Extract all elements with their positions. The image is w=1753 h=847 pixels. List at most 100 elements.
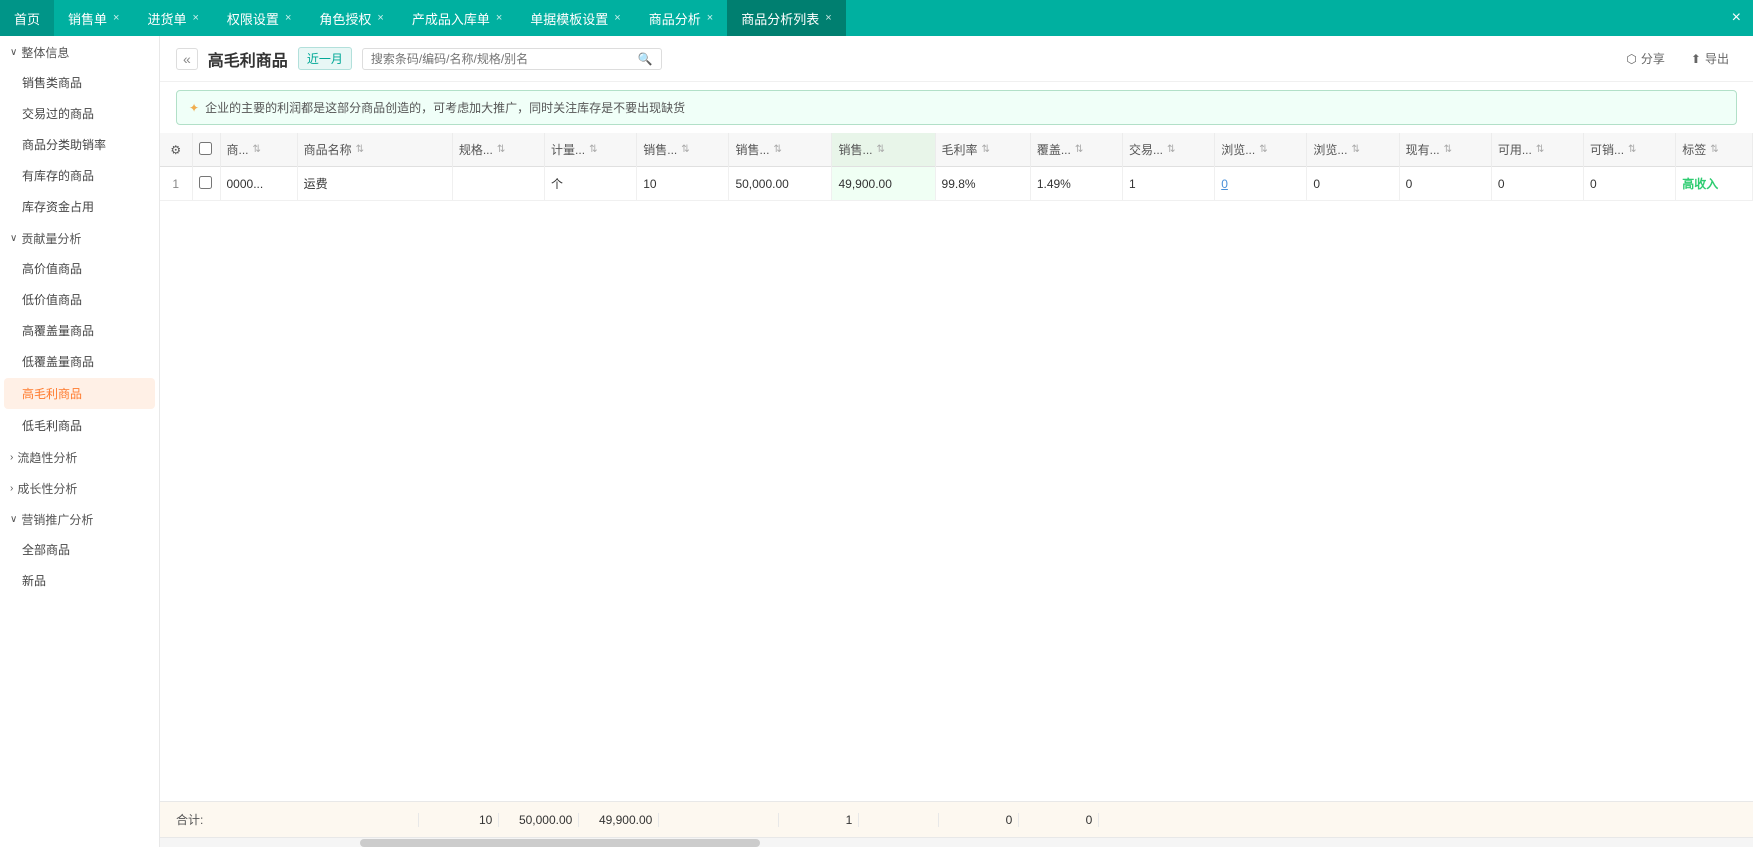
sidebar-item-low-value[interactable]: 低价值商品	[0, 284, 159, 315]
sidebar-collapse-button[interactable]: «	[176, 48, 198, 70]
sidebar-group-growth[interactable]: › 成长性分析	[0, 472, 159, 503]
footer-sales-cost: 49,900.00	[579, 813, 659, 827]
sidebar-item-low-coverage[interactable]: 低覆盖量商品	[0, 346, 159, 377]
col-code[interactable]: 商... ⇅	[220, 133, 297, 167]
sidebar-group-overview[interactable]: ∨ 整体信息	[0, 36, 159, 67]
cell-sales-cost: 49,900.00	[832, 167, 935, 201]
col-sales-qty[interactable]: 销售... ⇅	[637, 133, 729, 167]
content-area: « 高毛利商品 近一月 🔍 ⬡ 分享 ⬆ 导出 ✦ 企业的主要的利润都是这部分商…	[160, 36, 1753, 847]
sidebar-item-all-goods[interactable]: 全部商品	[0, 534, 159, 565]
sidebar-item-category-rate[interactable]: 商品分类助销率	[0, 129, 159, 160]
select-all-checkbox[interactable]	[199, 142, 212, 155]
col-checkbox[interactable]	[192, 133, 220, 167]
sidebar-item-low-margin[interactable]: 低毛利商品	[0, 410, 159, 441]
col-current[interactable]: 现有... ⇅	[1399, 133, 1491, 167]
search-box[interactable]: 🔍	[362, 48, 662, 70]
sort-icon-available[interactable]: ⇅	[1536, 144, 1544, 155]
sort-icon-cost[interactable]: ⇅	[877, 144, 885, 155]
sidebar-group-contribution[interactable]: ∨ 贡献量分析	[0, 222, 159, 253]
sort-icon-unit[interactable]: ⇅	[589, 144, 597, 155]
sidebar-item-sales-goods[interactable]: 销售类商品	[0, 67, 159, 98]
sidebar-item-stocked-goods[interactable]: 有库存的商品	[0, 160, 159, 191]
sidebar-item-traded-goods[interactable]: 交易过的商品	[0, 98, 159, 129]
sort-icon-code[interactable]: ⇅	[253, 144, 261, 155]
nav-analysis[interactable]: 商品分析 ×	[635, 0, 727, 36]
cell-checkbox[interactable]	[192, 167, 220, 201]
nav-analysis-close[interactable]: ×	[707, 12, 713, 24]
cell-saleable: 0	[1584, 167, 1676, 201]
share-button[interactable]: ⬡ 分享	[1618, 46, 1673, 71]
col-sales-amount[interactable]: 销售... ⇅	[729, 133, 832, 167]
search-input[interactable]	[371, 52, 638, 66]
row-checkbox[interactable]	[199, 176, 212, 189]
page-title: 高毛利商品	[208, 47, 288, 71]
nav-roles-close[interactable]: ×	[377, 12, 383, 24]
col-transaction[interactable]: 交易... ⇅	[1123, 133, 1215, 167]
sort-icon-current[interactable]: ⇅	[1444, 144, 1452, 155]
nav-sales-close[interactable]: ×	[113, 12, 119, 24]
export-icon: ⬆	[1691, 52, 1701, 66]
sort-icon-spec[interactable]: ⇅	[497, 144, 505, 155]
sidebar-item-high-coverage[interactable]: 高覆盖量商品	[0, 315, 159, 346]
sidebar-item-high-margin[interactable]: 高毛利商品	[4, 378, 155, 409]
filter-recent-month[interactable]: 近一月	[298, 47, 352, 70]
search-icon[interactable]: 🔍	[638, 52, 653, 66]
footer-transaction: 1	[779, 813, 859, 827]
col-browse1[interactable]: 浏览... ⇅	[1215, 133, 1307, 167]
sort-icon-tag[interactable]: ⇅	[1710, 144, 1718, 155]
nav-purchase[interactable]: 进货单 ×	[133, 0, 212, 36]
sort-icon-name[interactable]: ⇅	[356, 144, 364, 155]
sidebar-item-stock-capital[interactable]: 库存资金占用	[0, 191, 159, 222]
cell-browse2: 0	[1307, 167, 1399, 201]
export-button[interactable]: ⬆ 导出	[1683, 46, 1737, 71]
nav-permissions-close[interactable]: ×	[285, 12, 291, 24]
col-available[interactable]: 可用... ⇅	[1491, 133, 1583, 167]
arrow-icon-marketing: ∨	[10, 514, 17, 525]
col-saleable[interactable]: 可销... ⇅	[1584, 133, 1676, 167]
nav-permissions[interactable]: 权限设置 ×	[213, 0, 305, 36]
nav-home[interactable]: 首页	[0, 0, 54, 36]
col-coverage[interactable]: 覆盖... ⇅	[1030, 133, 1122, 167]
nav-analysis-list[interactable]: 商品分析列表 ×	[727, 0, 845, 36]
arrow-icon-contribution: ∨	[10, 233, 17, 244]
sort-icon-qty[interactable]: ⇅	[681, 144, 689, 155]
col-browse2[interactable]: 浏览... ⇅	[1307, 133, 1399, 167]
col-name[interactable]: 商品名称 ⇅	[297, 133, 452, 167]
cell-transaction: 1	[1123, 167, 1215, 201]
nav-inventory-close[interactable]: ×	[496, 12, 502, 24]
col-gross-rate[interactable]: 毛利率 ⇅	[935, 133, 1030, 167]
horizontal-scrollbar[interactable]	[160, 837, 1753, 847]
col-spec[interactable]: 规格... ⇅	[452, 133, 544, 167]
settings-icon[interactable]: ⚙	[170, 143, 181, 157]
sidebar-group-trend[interactable]: › 流趋性分析	[0, 441, 159, 472]
nav-analysis-list-close[interactable]: ×	[825, 12, 831, 24]
sort-icon-amount[interactable]: ⇅	[773, 144, 781, 155]
cell-browse1[interactable]: 0	[1215, 167, 1307, 201]
col-unit[interactable]: 计量... ⇅	[545, 133, 637, 167]
sort-icon-coverage[interactable]: ⇅	[1075, 144, 1083, 155]
sidebar-item-new-goods[interactable]: 新品	[0, 565, 159, 596]
share-icon: ⬡	[1626, 52, 1636, 66]
scrollbar-thumb[interactable]	[360, 839, 760, 847]
nav-sales[interactable]: 销售单 ×	[54, 0, 133, 36]
top-navigation: 首页 销售单 × 进货单 × 权限设置 × 角色授权 × 产成品入库单 × 单据…	[0, 0, 1753, 36]
window-close-button[interactable]: ×	[1720, 0, 1753, 36]
sort-icon-saleable[interactable]: ⇅	[1628, 144, 1636, 155]
nav-purchase-close[interactable]: ×	[192, 12, 198, 24]
nav-inventory[interactable]: 产成品入库单 ×	[398, 0, 516, 36]
col-tag[interactable]: 标签 ⇅	[1676, 133, 1753, 167]
cell-gross-rate: 99.8%	[935, 167, 1030, 201]
nav-template[interactable]: 单据模板设置 ×	[516, 0, 634, 36]
sort-icon-browse1[interactable]: ⇅	[1259, 144, 1267, 155]
cell-sales-amount: 50,000.00	[729, 167, 832, 201]
cell-tag: 高收入	[1676, 167, 1753, 201]
sidebar-item-high-value[interactable]: 高价值商品	[0, 253, 159, 284]
nav-roles[interactable]: 角色授权 ×	[305, 0, 397, 36]
nav-template-close[interactable]: ×	[614, 12, 620, 24]
sidebar-group-marketing[interactable]: ∨ 营销推广分析	[0, 503, 159, 534]
sort-icon-transaction[interactable]: ⇅	[1167, 144, 1175, 155]
sort-icon-browse2[interactable]: ⇅	[1351, 144, 1359, 155]
col-sales-cost[interactable]: 销售... ⇅	[832, 133, 935, 167]
col-settings[interactable]: ⚙	[160, 133, 192, 167]
sort-icon-gross[interactable]: ⇅	[982, 144, 990, 155]
